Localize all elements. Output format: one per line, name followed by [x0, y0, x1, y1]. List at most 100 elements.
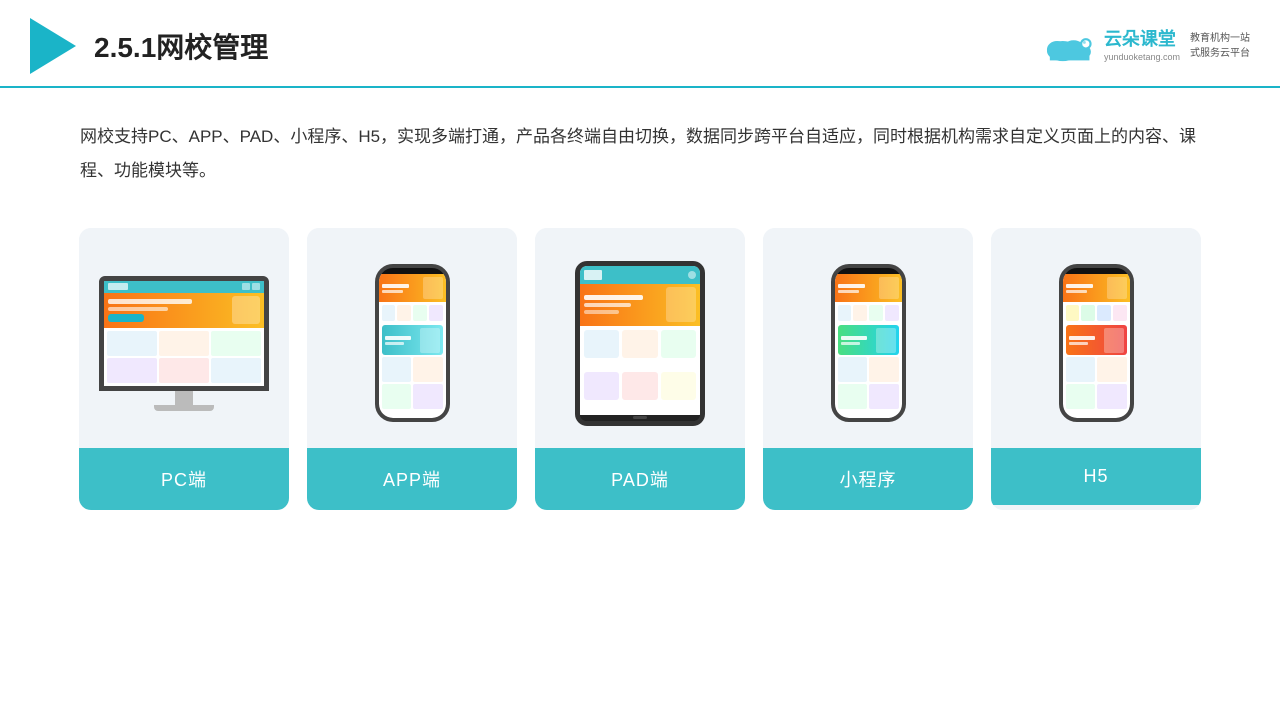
promo-line2 — [385, 342, 405, 345]
hp-line1 — [1069, 336, 1095, 340]
ab-line1 — [382, 284, 409, 288]
ph-line1 — [584, 295, 643, 300]
nav-icon3 — [413, 305, 427, 321]
card-app: APP端 — [307, 228, 517, 510]
miniapp-promo — [838, 325, 899, 355]
play-icon — [30, 18, 76, 74]
pad-nav — [580, 266, 700, 284]
promo-banner — [382, 325, 443, 355]
pad-grid2 — [622, 330, 657, 358]
header-left: 2.5.1网校管理 — [30, 18, 268, 74]
monitor-neck — [175, 391, 193, 405]
ph-line2 — [584, 303, 631, 307]
logo-area: 云朵课堂 yunduoketang.com 教育机构一站式服务云平台 — [1040, 28, 1250, 64]
miniapp-notch — [855, 268, 881, 274]
pad-hero-img — [666, 287, 696, 322]
cards-section: PC端 — [0, 208, 1280, 530]
pc-mockup — [99, 276, 269, 411]
pad-hero-text — [584, 295, 662, 314]
app-banner-text — [382, 284, 421, 293]
card-h5-image — [991, 228, 1201, 448]
hn-icon1 — [1066, 305, 1080, 321]
miniapp-phone-mockup — [831, 264, 906, 422]
phone-notch — [399, 268, 425, 274]
banner-line2 — [108, 307, 168, 311]
card-miniapp: 小程序 — [763, 228, 973, 510]
course-card3 — [382, 384, 412, 409]
pad-home-indicator — [633, 416, 647, 419]
pad-grid — [580, 326, 700, 415]
card-pad-label-text: PAD端 — [611, 470, 669, 490]
hp-text — [1069, 336, 1102, 345]
pad-mockup — [575, 261, 705, 426]
ph-line3 — [584, 310, 619, 314]
app-content — [379, 302, 446, 418]
hp-line2 — [1069, 342, 1089, 345]
hn-icon3 — [1097, 305, 1111, 321]
mn-icon3 — [869, 305, 883, 321]
promo-line1 — [385, 336, 411, 340]
miniapp-courses — [838, 357, 899, 409]
h5-content — [1063, 302, 1130, 418]
hc2 — [1097, 357, 1127, 382]
logo-brand: 云朵课堂 — [1104, 28, 1176, 51]
app-nav-icons — [382, 305, 443, 321]
card-miniapp-image — [763, 228, 973, 448]
hn-icon2 — [1081, 305, 1095, 321]
h5-banner-text — [1066, 284, 1105, 293]
course-cards — [382, 357, 443, 409]
pad-grid3 — [661, 330, 696, 358]
logo-bar — [108, 283, 128, 290]
nav-icon2 — [397, 305, 411, 321]
pad-grid1 — [584, 330, 619, 358]
miniapp-hero-img — [879, 277, 899, 299]
logo-tagline: 教育机构一站式服务云平台 — [1190, 31, 1250, 61]
banner-line1 — [108, 299, 192, 304]
h5-notch — [1083, 268, 1109, 274]
hp-img — [1104, 328, 1124, 353]
miniapp-nav — [838, 305, 899, 321]
promo-text — [385, 336, 418, 345]
course-item2 — [159, 331, 209, 356]
hero-img — [232, 296, 260, 324]
logo-url: yunduoketang.com — [1104, 52, 1180, 64]
mn-icon2 — [853, 305, 867, 321]
pad-bottom-bar — [580, 415, 700, 421]
pad-logo — [584, 270, 602, 280]
card-miniapp-label: 小程序 — [763, 448, 973, 510]
nav-item2 — [252, 283, 260, 290]
cloud-logo-svg — [1040, 28, 1100, 64]
course-item1 — [107, 331, 157, 356]
hero-banner — [104, 293, 264, 328]
mc2 — [869, 357, 899, 382]
logo-icon: 云朵课堂 yunduoketang.com 教育机构一站式服务云平台 — [1040, 28, 1250, 64]
ab-line2 — [382, 290, 403, 293]
mn-icon1 — [838, 305, 852, 321]
monitor-base — [154, 405, 214, 411]
hb-line1 — [1066, 284, 1093, 288]
h5-promo — [1066, 325, 1127, 355]
card-label-text: PC端 — [161, 470, 207, 490]
card-pc-label: PC端 — [79, 448, 289, 510]
nav-icon1 — [382, 305, 396, 321]
page-header: 2.5.1网校管理 云朵课堂 yunduoketang.com — [0, 0, 1280, 88]
card-app-image — [307, 228, 517, 448]
mc3 — [838, 384, 868, 409]
miniapp-screen — [835, 274, 902, 418]
card-pad-image — [535, 228, 745, 448]
app-screen — [379, 274, 446, 418]
course-grid — [104, 328, 264, 386]
mp-line2 — [841, 342, 861, 345]
promo-img — [420, 328, 440, 353]
course-card4 — [413, 384, 443, 409]
pad-grid6 — [661, 372, 696, 400]
card-h5-label-text: H5 — [1083, 466, 1108, 486]
nav-item1 — [242, 283, 250, 290]
page-title: 2.5.1网校管理 — [94, 26, 268, 66]
h5-nav-icons — [1066, 305, 1127, 321]
pad-screen — [580, 266, 700, 415]
banner-text — [108, 299, 228, 322]
nav-icon4 — [429, 305, 443, 321]
card-h5: H5 — [991, 228, 1201, 510]
mb-line2 — [838, 290, 859, 293]
